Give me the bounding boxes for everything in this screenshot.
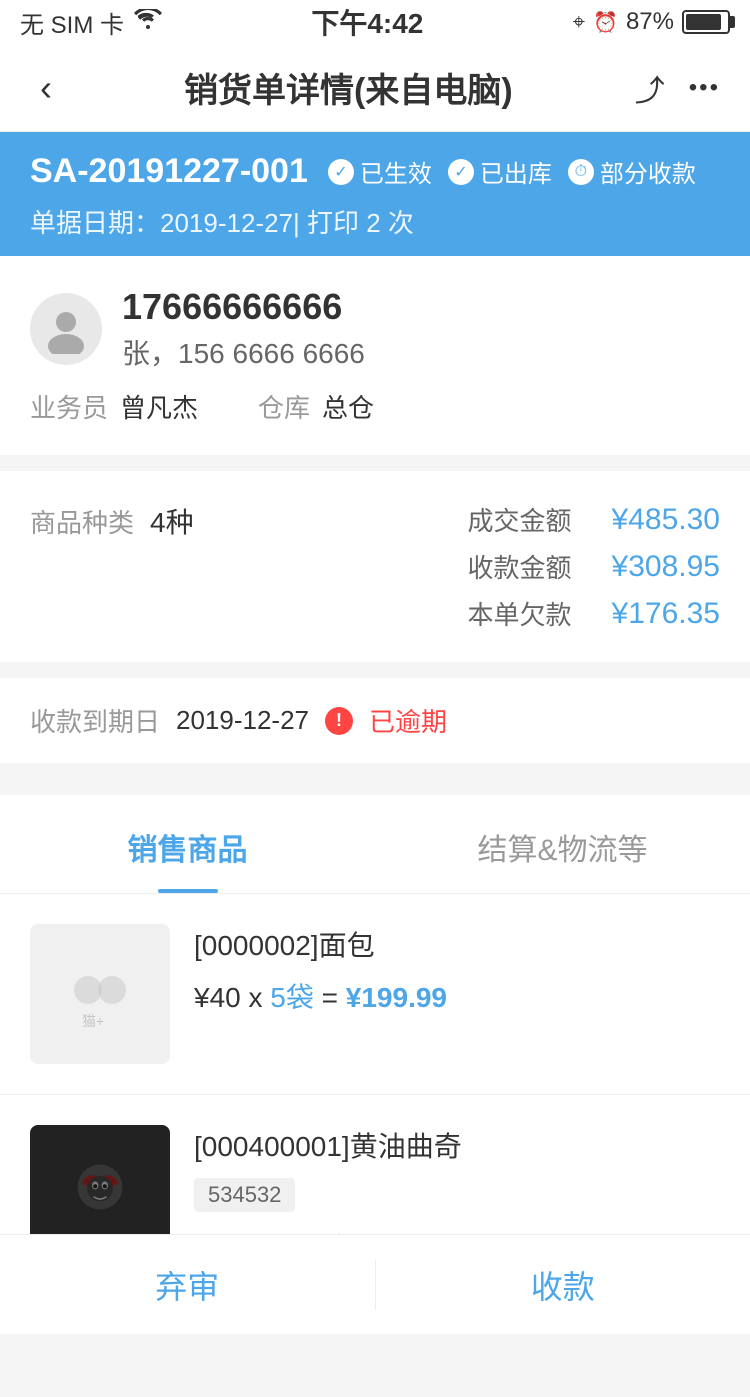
confirm-label: 收款 <box>531 1262 595 1308</box>
back-button[interactable]: ‹ <box>30 57 62 119</box>
product-code-1: [0000002]面包 <box>194 924 720 964</box>
stats-row: 商品种类 4种 成交金额 ¥485.30 收款金额 ¥308.95 本单欠款 ¥… <box>30 501 720 632</box>
reject-button[interactable]: 弃审 <box>0 1235 375 1334</box>
clock-icon: ⏱ <box>568 159 594 185</box>
tabs-section: 销售商品 结算&物流等 <box>0 795 750 894</box>
nav-actions: ⤴ ••• <box>635 66 720 110</box>
status-bar: 无 SIM 卡 下午4:42 ⌖ ⏰ 87% <box>0 0 750 44</box>
deal-amount-line: 成交金额 ¥485.30 <box>468 501 720 538</box>
svg-text:猫+: 猫+ <box>82 1013 104 1029</box>
tab-sales-label: 销售商品 <box>128 834 248 867</box>
tab-sales-products[interactable]: 销售商品 <box>0 795 375 893</box>
debt-label: 本单欠款 <box>468 595 572 632</box>
avatar <box>30 293 102 365</box>
badge-effective-label: 已生效 <box>360 154 432 189</box>
staff-info: 业务员 曾凡杰 <box>30 388 198 425</box>
order-id: SA-20191227-001 <box>30 152 308 191</box>
debt-value: ¥176.35 <box>612 597 720 631</box>
order-header-top: SA-20191227-001 ✓ 已生效 ✓ 已出库 ⏱ 部分收款 <box>30 152 720 191</box>
overdue-status: 已逾期 <box>369 702 447 739</box>
alarm-icon: ⏰ <box>593 10 618 35</box>
product-types-label: 商品种类 <box>30 503 134 540</box>
tab-settlement[interactable]: 结算&物流等 <box>375 795 750 893</box>
divider-3 <box>0 763 750 779</box>
page-title: 销货单详情(来自电脑) <box>184 63 513 112</box>
staff-name: 曾凡杰 <box>120 388 198 425</box>
tabs-row: 销售商品 结算&物流等 <box>0 795 750 893</box>
overdue-label: 收款到期日 <box>30 702 160 739</box>
total-1: ¥199.99 <box>346 982 447 1013</box>
nav-bar: ‹ 销货单详情(来自电脑) ⤴ ••• <box>0 44 750 132</box>
badge-effective: ✓ 已生效 <box>328 154 432 189</box>
customer-info: 17666666666 张，156 6666 6666 <box>30 286 720 372</box>
warehouse-name: 总仓 <box>322 388 374 425</box>
product-thumb-1: 猫+ <box>30 924 170 1064</box>
print-info: | 打印 2 次 <box>293 208 414 238</box>
overdue-section: 收款到期日 2019-12-27 ! 已逾期 <box>0 678 750 763</box>
stats-section: 商品种类 4种 成交金额 ¥485.30 收款金额 ¥308.95 本单欠款 ¥… <box>0 471 750 662</box>
qty-1: 5袋 <box>270 982 314 1013</box>
list-item: 猫+ [0000002]面包 ¥40 x 5袋 = ¥199.99 <box>0 894 750 1095</box>
received-label: 收款金额 <box>468 548 572 585</box>
customer-details: 17666666666 张，156 6666 6666 <box>122 286 365 372</box>
product-sku-2: 534532 <box>194 1178 295 1212</box>
date-value: 2019-12-27 <box>160 208 293 238</box>
amounts: 成交金额 ¥485.30 收款金额 ¥308.95 本单欠款 ¥176.35 <box>468 501 720 632</box>
debt-line: 本单欠款 ¥176.35 <box>468 595 720 632</box>
badge-partial: ⏱ 部分收款 <box>568 154 696 189</box>
customer-section: 17666666666 张，156 6666 6666 业务员 曾凡杰 仓库 总… <box>0 256 750 455</box>
deal-amount-value: ¥485.30 <box>612 503 720 537</box>
divider-1 <box>0 455 750 471</box>
badge-shipped: ✓ 已出库 <box>448 154 552 189</box>
product-types-value: 4种 <box>150 501 194 541</box>
battery-indicator <box>682 10 730 34</box>
staff-label: 业务员 <box>30 388 108 425</box>
confirm-button[interactable]: 收款 <box>376 1235 750 1334</box>
status-left: 无 SIM 卡 <box>20 5 162 40</box>
reject-label: 弃审 <box>155 1262 219 1308</box>
overdue-date: 2019-12-27 <box>176 705 309 736</box>
battery-text: 87% <box>626 8 674 36</box>
warehouse-info: 仓库 总仓 <box>258 388 374 425</box>
wifi-icon <box>134 8 162 36</box>
tab-settlement-label: 结算&物流等 <box>477 834 647 867</box>
time-display: 下午4:42 <box>311 2 423 42</box>
divider-2 <box>0 662 750 678</box>
badge-shipped-label: 已出库 <box>480 154 552 189</box>
more-icon[interactable]: ••• <box>689 74 720 102</box>
order-date: 单据日期：2019-12-27| 打印 2 次 <box>30 203 720 240</box>
product-info-1: [0000002]面包 ¥40 x 5袋 = ¥199.99 <box>194 924 720 1064</box>
date-label: 单据日期： <box>30 208 160 238</box>
status-badges: ✓ 已生效 ✓ 已出库 ⏱ 部分收款 <box>328 154 696 189</box>
check-icon-1: ✓ <box>328 159 354 185</box>
equals-1: = <box>322 982 346 1013</box>
warehouse-label: 仓库 <box>258 388 310 425</box>
bottom-bar: 弃审 收款 <box>0 1234 750 1334</box>
location-icon: ⌖ <box>573 9 585 35</box>
order-header: SA-20191227-001 ✓ 已生效 ✓ 已出库 ⏱ 部分收款 单据日期：… <box>0 132 750 256</box>
product-code-2: [000400001]黄油曲奇 <box>194 1125 720 1165</box>
overdue-icon: ! <box>325 707 353 735</box>
product-price-1: ¥40 x 5袋 = ¥199.99 <box>194 976 720 1016</box>
customer-contact: 张，156 6666 6666 <box>122 332 365 372</box>
multiply-1: x <box>249 982 271 1013</box>
received-value: ¥308.95 <box>612 550 720 584</box>
product-types: 商品种类 4种 <box>30 501 194 541</box>
customer-meta: 业务员 曾凡杰 仓库 总仓 <box>30 388 720 425</box>
customer-name: 17666666666 <box>122 286 365 328</box>
share-icon[interactable]: ⤴ <box>635 66 665 110</box>
carrier-text: 无 SIM 卡 <box>20 5 124 40</box>
deal-amount-label: 成交金额 <box>468 501 572 538</box>
received-line: 收款金额 ¥308.95 <box>468 548 720 585</box>
badge-partial-label: 部分收款 <box>600 154 696 189</box>
price-1: ¥40 <box>194 982 241 1013</box>
battery-fill <box>686 14 721 30</box>
check-icon-2: ✓ <box>448 159 474 185</box>
status-right: ⌖ ⏰ 87% <box>573 8 730 36</box>
